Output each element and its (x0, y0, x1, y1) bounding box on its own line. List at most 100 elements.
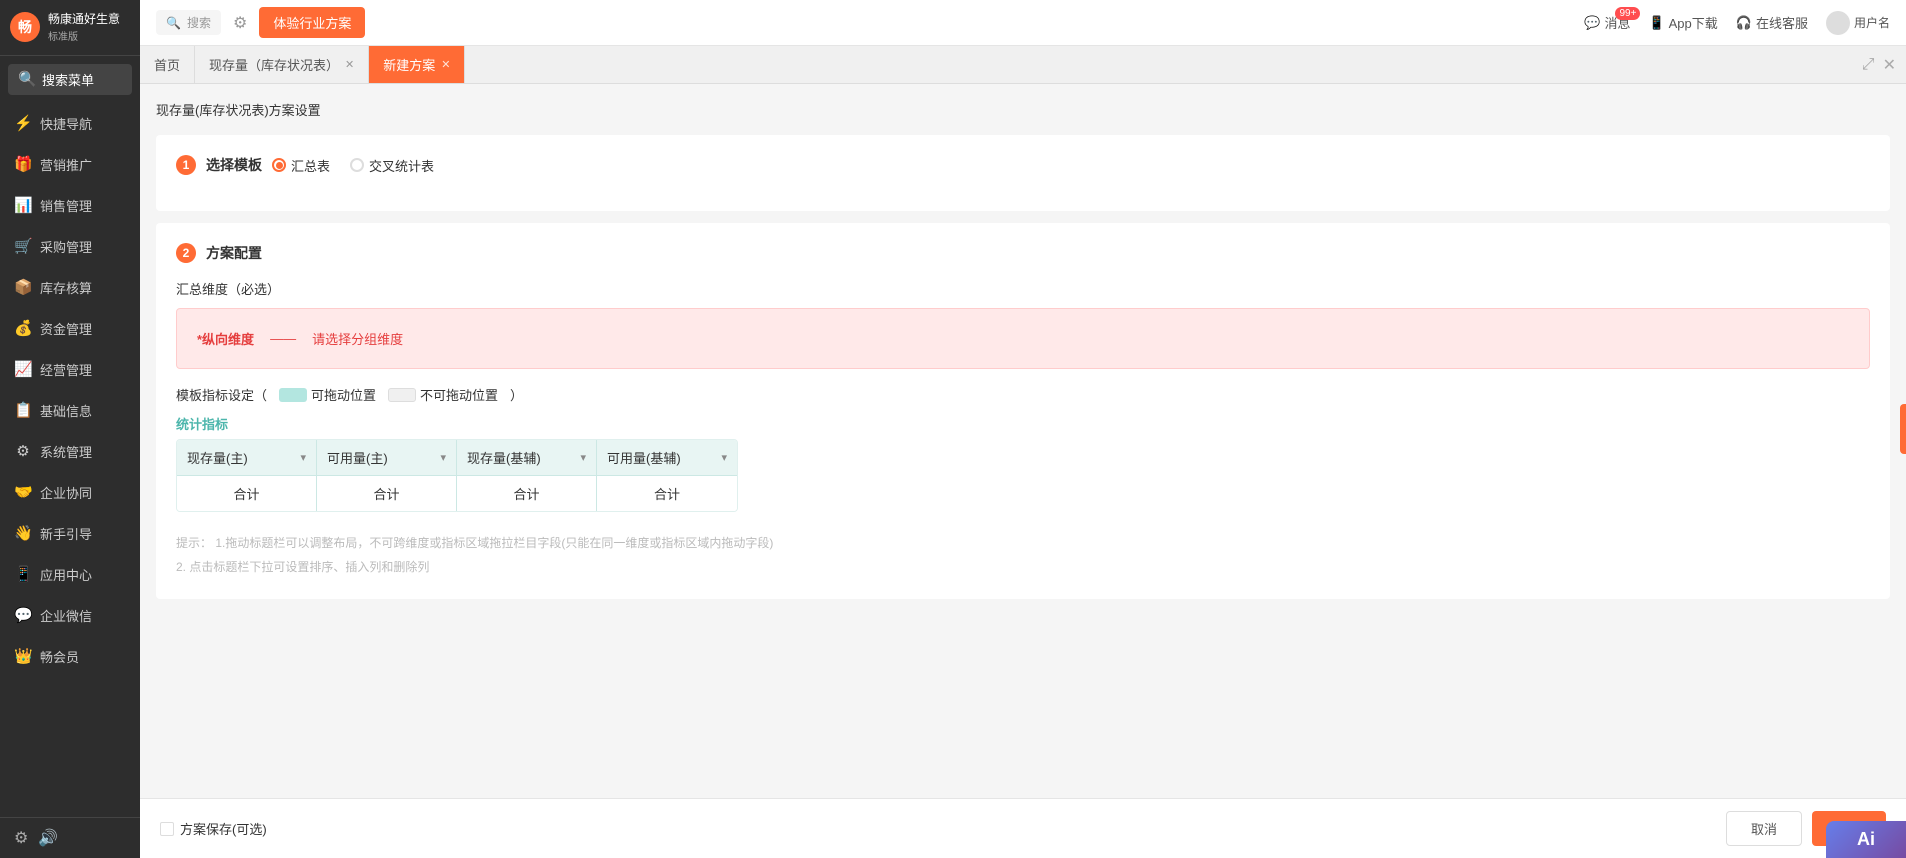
stats-col-header-label-3: 可用量(基辅) (607, 448, 681, 467)
save-checkbox[interactable] (160, 822, 174, 836)
sidebar-item-appstore[interactable]: 📱 应用中心 (0, 554, 140, 595)
sidebar-search-label: 搜索菜单 (42, 70, 94, 89)
tab-expand-icon[interactable]: ⤢ (1862, 56, 1875, 74)
settings-icon[interactable]: ⚙ (14, 828, 28, 848)
step2-badge: 2 (176, 243, 196, 263)
message-icon: 💬 (1584, 15, 1600, 31)
app-logo-icon: 畅 (10, 12, 40, 42)
sales-icon: 📊 (14, 196, 32, 214)
appstore-icon: 📱 (14, 565, 32, 583)
stats-col-header-0[interactable]: 现存量(主) ▾ (177, 440, 316, 476)
indicator-draggable: 可拖动位置 (279, 385, 376, 404)
sidebar-item-quicknav[interactable]: ⚡ 快捷导航 (0, 103, 140, 144)
trial-btn[interactable]: 体验行业方案 (259, 7, 365, 38)
tips-section: 提示： 1.拖动标题栏可以调整布局，不可跨维度或指标区域拖拉栏目字段(只能在同一… (176, 531, 1870, 579)
app-download-btn[interactable]: 📱 App下载 (1648, 13, 1717, 32)
sidebar-nav: 🔍 搜索菜单 ⚡ 快捷导航 🎁 营销推广 📊 销售管理 🛒 采购管理 📦 库存核… (0, 56, 140, 817)
cancel-button[interactable]: 取消 (1726, 811, 1802, 846)
wechat-icon: 💬 (14, 606, 32, 624)
bottom-bar: 方案保存(可选) 取消 查询 (140, 798, 1906, 858)
radio-cross-dot (350, 158, 364, 172)
stats-col-header-label-0: 现存量(主) (187, 448, 248, 467)
stats-col-2: 现存量(基辅) ▾ 合计 (457, 440, 597, 511)
section-choose-template: 1 选择模板 汇总表 交叉统计表 (156, 135, 1890, 211)
sidebar-item-vip[interactable]: 👑 畅会员 (0, 636, 140, 677)
draggable-label: 可拖动位置 (311, 385, 376, 404)
sidebar: 畅 畅康通好生意 标准版 🔍 搜索菜单 ⚡ 快捷导航 🎁 营销推广 📊 销售管理… (0, 0, 140, 858)
sidebar-item-search[interactable]: 🔍 搜索菜单 (8, 64, 132, 95)
radio-cross[interactable]: 交叉统计表 (350, 156, 434, 175)
topbar: 🔍 搜索 ⚙ 体验行业方案 💬 消息 99+ 📱 App下载 🎧 在线客服 用户… (140, 0, 1906, 46)
tabs-bar: 首页 现存量（库存状况表） ✕ 新建方案 ✕ ⤢ ✕ (140, 46, 1906, 84)
resize-handle[interactable] (1900, 404, 1906, 454)
sidebar-footer: ⚙ 🔊 (0, 817, 140, 858)
tip-line-2: 2. 点击标题栏下拉可设置排序、插入列和删除列 (176, 555, 1870, 579)
sidebar-item-purchase[interactable]: 🛒 采购管理 (0, 226, 140, 267)
sidebar-item-label: 畅会员 (40, 647, 79, 666)
sidebar-item-label: 营销推广 (40, 155, 92, 174)
dimension-area[interactable]: *纵向维度 —— 请选择分组维度 (176, 308, 1870, 369)
fixed-label: 不可拖动位置 (420, 385, 498, 404)
user-btn[interactable]: 用户名 (1826, 11, 1890, 35)
marketing-icon: 🎁 (14, 155, 32, 173)
stats-col-header-2[interactable]: 现存量(基辅) ▾ (457, 440, 596, 476)
app-icon: 📱 (1648, 15, 1664, 31)
chevron-icon-3: ▾ (721, 451, 727, 464)
app-badge: 标准版 (48, 28, 120, 43)
sidebar-item-management[interactable]: 📈 经营管理 (0, 349, 140, 390)
stats-table-header-row: 现存量(主) ▾ 合计 可用量(主) ▾ 合计 (177, 440, 737, 511)
sidebar-item-collab[interactable]: 🤝 企业协同 (0, 472, 140, 513)
tab-close-all-icon[interactable]: ✕ (1883, 55, 1896, 75)
sidebar-item-wechat[interactable]: 💬 企业微信 (0, 595, 140, 636)
audio-icon[interactable]: 🔊 (38, 828, 58, 848)
section2-title: 方案配置 (206, 243, 262, 263)
fixed-box (388, 388, 416, 402)
tab-new-plan[interactable]: 新建方案 ✕ (369, 46, 465, 83)
message-btn[interactable]: 💬 消息 99+ (1584, 13, 1630, 32)
dimension-separator: —— (270, 331, 296, 346)
sidebar-item-label: 采购管理 (40, 237, 92, 256)
tip-line-1: 提示： 1.拖动标题栏可以调整布局，不可跨维度或指标区域拖拉栏目字段(只能在同一… (176, 531, 1870, 555)
indicator-label: 模板指标设定（ (176, 385, 267, 404)
page-title: 现存量(库存状况表)方案设置 (156, 100, 1890, 119)
tab-inventory-close[interactable]: ✕ (345, 58, 354, 71)
indicator-suffix: ） (510, 385, 523, 404)
tab-inventory[interactable]: 现存量（库存状况表） ✕ (195, 46, 369, 83)
ai-fab-button[interactable]: Ai (1826, 821, 1906, 858)
sidebar-item-sales[interactable]: 📊 销售管理 (0, 185, 140, 226)
save-option[interactable]: 方案保存(可选) (160, 819, 267, 838)
save-option-label: 方案保存(可选) (180, 819, 267, 838)
tab-home-label: 首页 (154, 55, 180, 74)
stats-col-1: 可用量(主) ▾ 合计 (317, 440, 457, 511)
sidebar-item-label: 应用中心 (40, 565, 92, 584)
gear-button[interactable]: ⚙ (233, 13, 247, 33)
tab-home[interactable]: 首页 (140, 46, 195, 83)
topbar-search[interactable]: 🔍 搜索 (156, 10, 221, 35)
stats-col-header-1[interactable]: 可用量(主) ▾ (317, 440, 456, 476)
section-plan-config: 2 方案配置 汇总维度（必选） *纵向维度 —— 请选择分组维度 模板指标设定（… (156, 223, 1890, 599)
indicator-row: 模板指标设定（ 可拖动位置 不可拖动位置 ） (176, 385, 1870, 404)
stats-col-body-1: 合计 (317, 476, 456, 511)
system-icon: ⚙ (14, 442, 32, 460)
radio-summary[interactable]: 汇总表 (272, 156, 330, 175)
template-radio-group: 汇总表 交叉统计表 (272, 156, 434, 175)
chevron-icon-0: ▾ (300, 451, 306, 464)
management-icon: 📈 (14, 360, 32, 378)
sidebar-item-label: 基础信息 (40, 401, 92, 420)
sidebar-item-marketing[interactable]: 🎁 营销推广 (0, 144, 140, 185)
search-placeholder: 搜索 (187, 14, 211, 31)
stats-col-header-3[interactable]: 可用量(基辅) ▾ (597, 440, 737, 476)
service-btn[interactable]: 🎧 在线客服 (1736, 13, 1808, 32)
draggable-box (279, 388, 307, 402)
sidebar-item-newguide[interactable]: 👋 新手引导 (0, 513, 140, 554)
stats-title: 统计指标 (176, 414, 1870, 433)
sidebar-item-inventory[interactable]: 📦 库存核算 (0, 267, 140, 308)
radio-cross-label: 交叉统计表 (369, 156, 434, 175)
stats-col-header-label-1: 可用量(主) (327, 448, 388, 467)
sidebar-item-label: 库存核算 (40, 278, 92, 297)
dimension-placeholder: 请选择分组维度 (312, 329, 403, 348)
tab-new-plan-close[interactable]: ✕ (441, 58, 450, 71)
sidebar-item-finance[interactable]: 💰 资金管理 (0, 308, 140, 349)
sidebar-item-basic-info[interactable]: 📋 基础信息 (0, 390, 140, 431)
sidebar-item-system[interactable]: ⚙ 系统管理 (0, 431, 140, 472)
